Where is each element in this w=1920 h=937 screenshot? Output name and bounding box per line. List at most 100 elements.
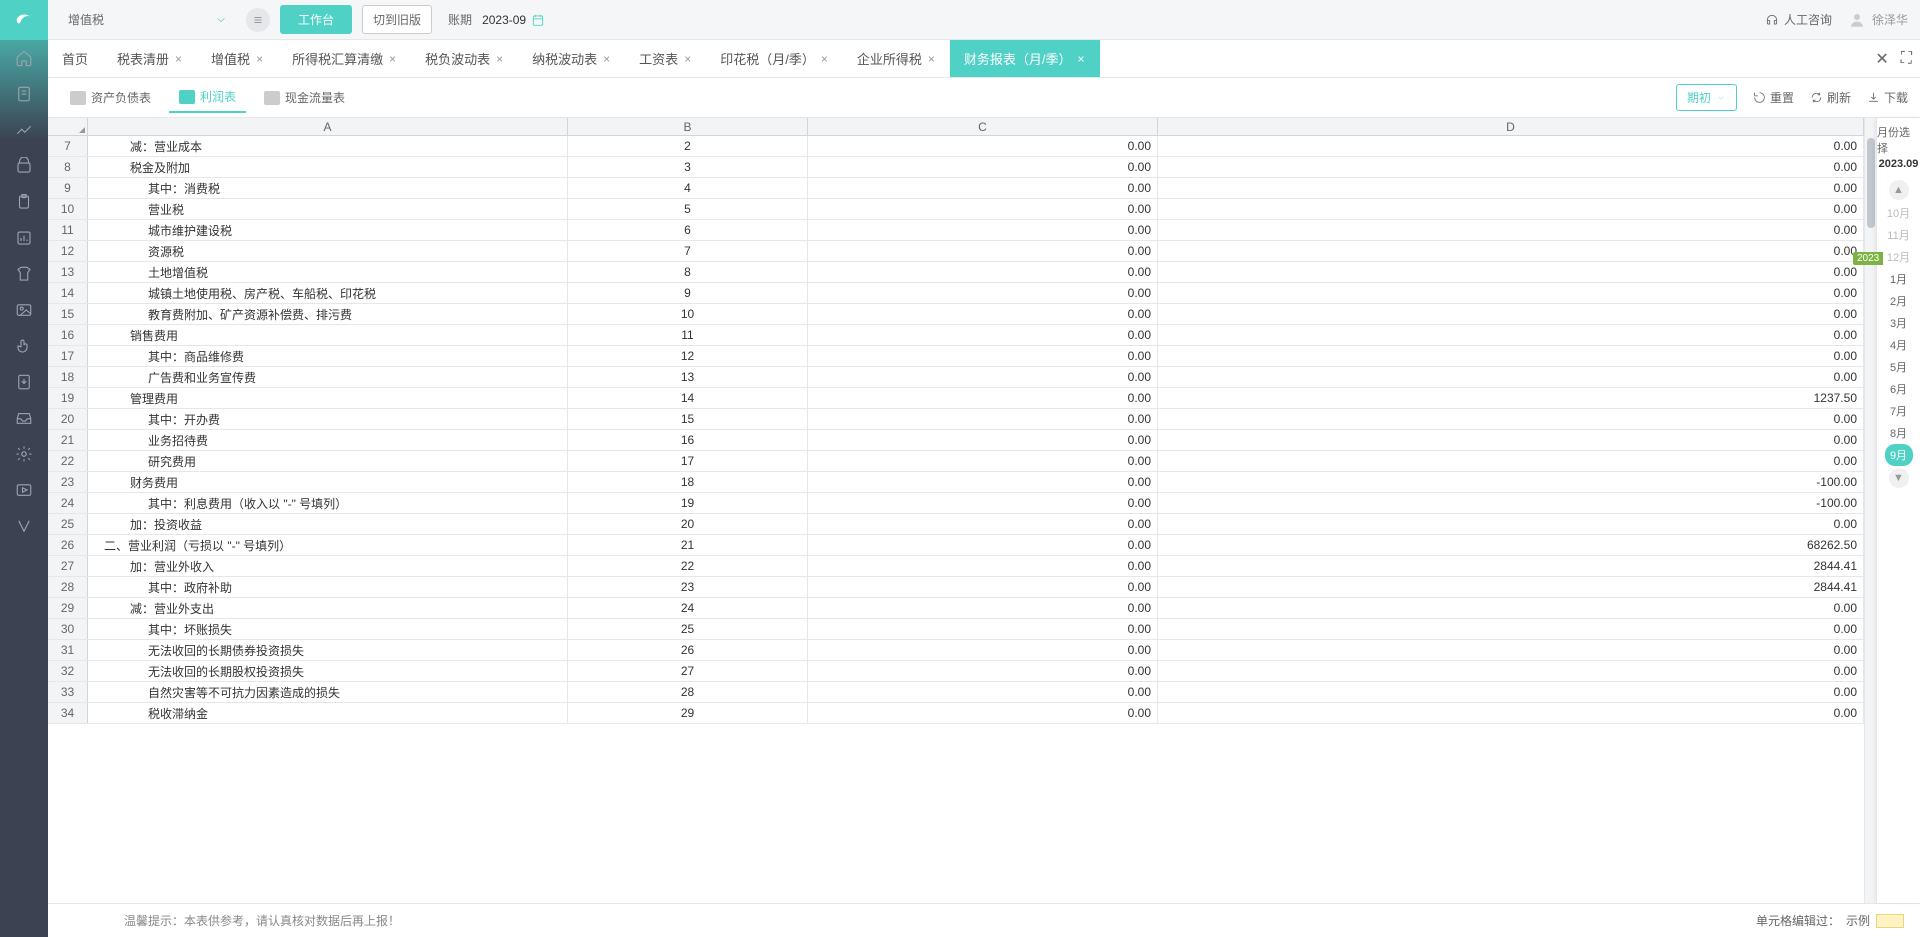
row-header[interactable]: 14 — [48, 283, 88, 303]
cell[interactable]: 0.00 — [808, 262, 1158, 282]
cell[interactable]: 0.00 — [808, 598, 1158, 618]
cell[interactable]: 0.00 — [1158, 346, 1864, 366]
nav-chart-icon[interactable] — [0, 112, 48, 148]
cell[interactable]: 0.00 — [808, 472, 1158, 492]
cell[interactable]: 0.00 — [808, 661, 1158, 681]
row-header[interactable]: 11 — [48, 220, 88, 240]
cell[interactable]: 财务费用 — [88, 472, 568, 492]
cell[interactable]: 0.00 — [1158, 409, 1864, 429]
col-header-D[interactable]: D — [1158, 118, 1864, 135]
cell[interactable]: 0.00 — [808, 136, 1158, 156]
cell[interactable]: 0.00 — [808, 556, 1158, 576]
tabs-expand-icon[interactable]: ⛶ — [1901, 50, 1912, 68]
cell[interactable]: 0.00 — [1158, 430, 1864, 450]
month-option[interactable]: 1月 — [1877, 268, 1920, 290]
cell[interactable]: 22 — [568, 556, 808, 576]
cell[interactable]: 减：营业成本 — [88, 136, 568, 156]
month-option[interactable]: 2月 — [1877, 290, 1920, 312]
row-header[interactable]: 19 — [48, 388, 88, 408]
nav-image-icon[interactable] — [0, 292, 48, 328]
cell[interactable]: 29 — [568, 703, 808, 723]
tab-close-icon[interactable]: × — [256, 52, 263, 66]
row-header[interactable]: 34 — [48, 703, 88, 723]
month-option[interactable]: 4月 — [1877, 334, 1920, 356]
row-header[interactable]: 30 — [48, 619, 88, 639]
cell[interactable]: 0.00 — [1158, 136, 1864, 156]
row-header[interactable]: 13 — [48, 262, 88, 282]
row-header[interactable]: 9 — [48, 178, 88, 198]
cell[interactable]: 加：投资收益 — [88, 514, 568, 534]
row-header[interactable]: 33 — [48, 682, 88, 702]
month-option[interactable]: 7月 — [1877, 400, 1920, 422]
month-option[interactable]: 8月 — [1877, 422, 1920, 444]
nav-inbox-icon[interactable] — [0, 400, 48, 436]
cell[interactable]: 0.00 — [808, 619, 1158, 639]
cell[interactable]: 15 — [568, 409, 808, 429]
tab-close-icon[interactable]: × — [389, 52, 396, 66]
user-menu[interactable]: 徐泽华 — [1848, 11, 1908, 29]
switch-old-button[interactable]: 切到旧版 — [362, 5, 432, 34]
cell[interactable]: 6 — [568, 220, 808, 240]
tab-6[interactable]: 工资表× — [625, 40, 706, 77]
vertical-scrollbar[interactable] — [1864, 118, 1876, 903]
month-option[interactable]: 6月 — [1877, 378, 1920, 400]
cell[interactable]: 税收滞纳金 — [88, 703, 568, 723]
cell[interactable]: 0.00 — [1158, 451, 1864, 471]
cell[interactable]: 其中：利息费用（收入以 "-" 号填列） — [88, 493, 568, 513]
download-button[interactable]: 下载 — [1867, 89, 1908, 106]
col-header-A[interactable]: A — [88, 118, 568, 135]
cell[interactable]: 其中：商品维修费 — [88, 346, 568, 366]
nav-doc-icon[interactable] — [0, 76, 48, 112]
row-header[interactable]: 22 — [48, 451, 88, 471]
tab-2[interactable]: 增值税× — [197, 40, 278, 77]
cell[interactable]: 20 — [568, 514, 808, 534]
cell[interactable]: 0.00 — [808, 367, 1158, 387]
cell[interactable]: 城市维护建设税 — [88, 220, 568, 240]
cell[interactable]: 0.00 — [1158, 241, 1864, 261]
cell[interactable]: 管理费用 — [88, 388, 568, 408]
cell[interactable]: 0.00 — [1158, 598, 1864, 618]
col-header-C[interactable]: C — [808, 118, 1158, 135]
cell[interactable]: 0.00 — [808, 682, 1158, 702]
row-header[interactable]: 12 — [48, 241, 88, 261]
tab-3[interactable]: 所得税汇算清缴× — [278, 40, 411, 77]
cell[interactable]: 营业税 — [88, 199, 568, 219]
cell[interactable]: 0.00 — [1158, 682, 1864, 702]
cell[interactable]: 自然灾害等不可抗力因素造成的损失 — [88, 682, 568, 702]
cell[interactable]: 0.00 — [808, 283, 1158, 303]
subtab-2[interactable]: 现金流量表 — [254, 82, 355, 113]
nav-settings-icon[interactable] — [0, 436, 48, 472]
month-option[interactable]: 5月 — [1877, 356, 1920, 378]
cell[interactable]: 19 — [568, 493, 808, 513]
nav-shirt-icon[interactable] — [0, 256, 48, 292]
row-header[interactable]: 28 — [48, 577, 88, 597]
cell[interactable]: 其中：开办费 — [88, 409, 568, 429]
cell[interactable]: 0.00 — [1158, 619, 1864, 639]
cell[interactable]: 27 — [568, 661, 808, 681]
cell[interactable]: 25 — [568, 619, 808, 639]
row-header[interactable]: 7 — [48, 136, 88, 156]
cell[interactable]: 0.00 — [808, 346, 1158, 366]
cell[interactable]: 其中：消费税 — [88, 178, 568, 198]
cell[interactable]: 0.00 — [808, 409, 1158, 429]
cell[interactable]: 0.00 — [808, 388, 1158, 408]
cell[interactable]: 0.00 — [1158, 199, 1864, 219]
scrollbar-thumb[interactable] — [1867, 138, 1875, 228]
cell[interactable]: 0.00 — [1158, 262, 1864, 282]
cell[interactable]: 0.00 — [808, 430, 1158, 450]
cell[interactable]: 土地增值税 — [88, 262, 568, 282]
row-header[interactable]: 24 — [48, 493, 88, 513]
cell[interactable]: 资源税 — [88, 241, 568, 261]
row-header[interactable]: 8 — [48, 157, 88, 177]
cell[interactable]: 0.00 — [808, 199, 1158, 219]
cell[interactable]: 0.00 — [808, 577, 1158, 597]
cell[interactable]: -100.00 — [1158, 472, 1864, 492]
cell[interactable]: 11 — [568, 325, 808, 345]
nav-home-icon[interactable] — [0, 40, 48, 76]
cell[interactable]: 13 — [568, 367, 808, 387]
cell[interactable]: 7 — [568, 241, 808, 261]
workspace-button[interactable]: 工作台 — [280, 5, 352, 34]
cell[interactable]: 0.00 — [1158, 367, 1864, 387]
cell[interactable]: 18 — [568, 472, 808, 492]
cell[interactable]: 16 — [568, 430, 808, 450]
